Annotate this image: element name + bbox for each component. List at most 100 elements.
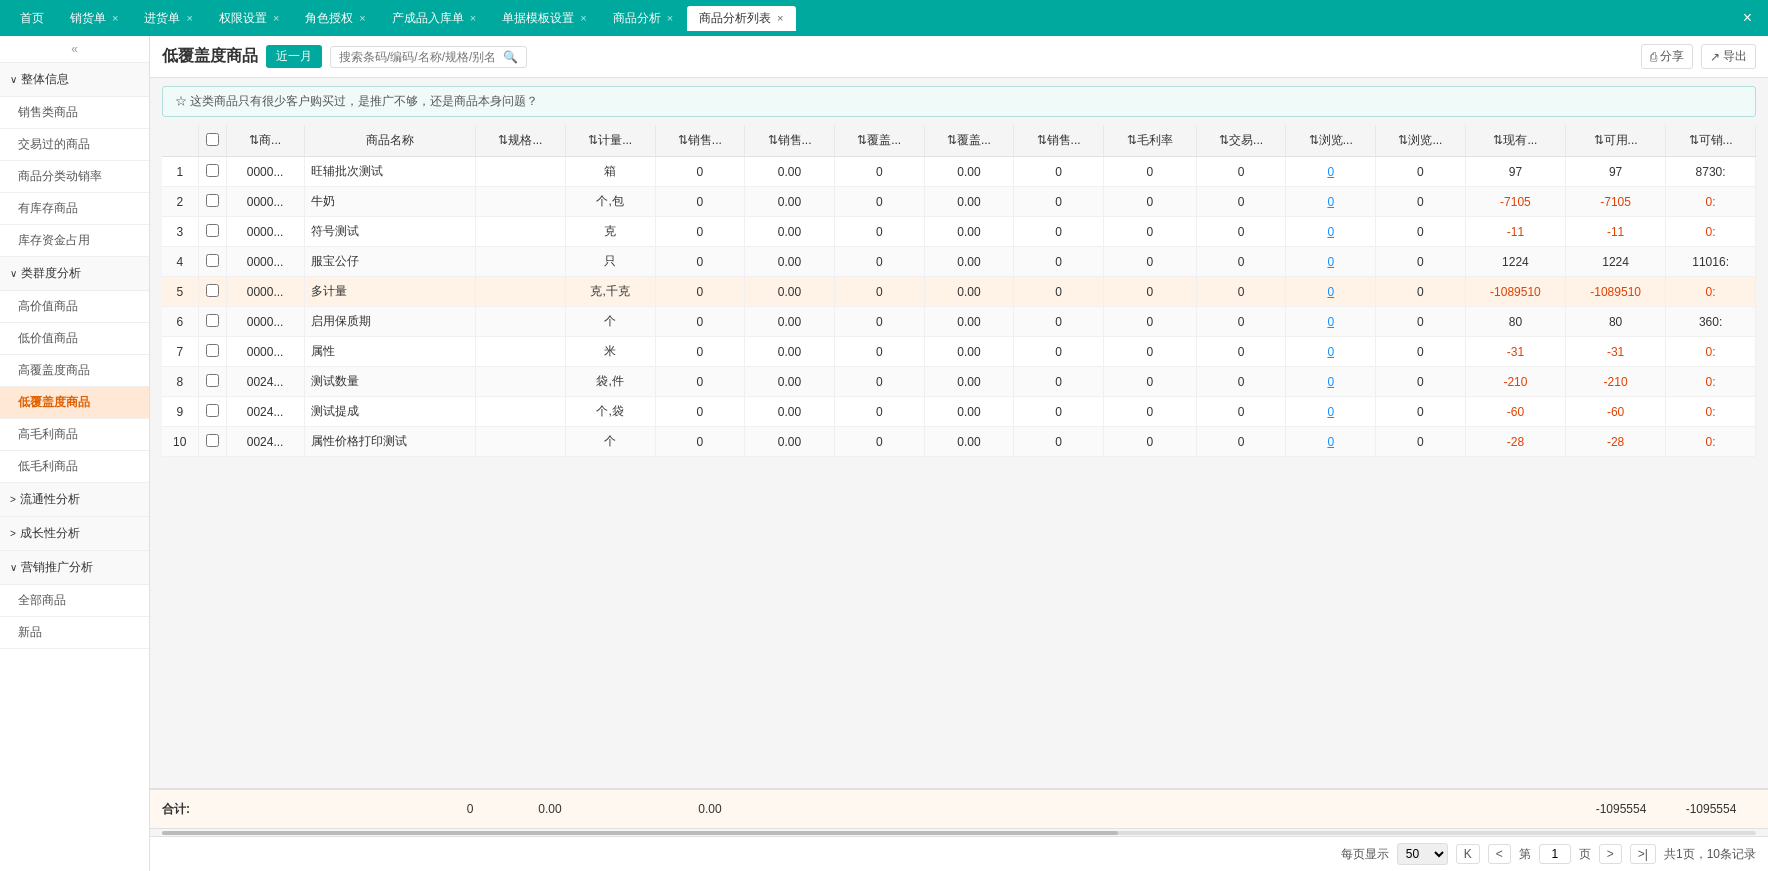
cell-name: 启用保质期 [304, 307, 475, 337]
cell-sales-qty: 0 [655, 397, 745, 427]
col-sales-qty[interactable]: ⇅销售... [655, 125, 745, 157]
row-checkbox[interactable] [206, 254, 219, 267]
cell-cover1: 0 [834, 397, 924, 427]
cell-current: -1089510 [1465, 277, 1565, 307]
col-cover1[interactable]: ⇅覆盖... [834, 125, 924, 157]
col-unit[interactable]: ⇅计量... [565, 125, 655, 157]
cell-browse1[interactable]: 0 [1286, 217, 1376, 247]
sidebar-item-high-coverage[interactable]: 高覆盖度商品 [0, 355, 149, 387]
sidebar-item-high-margin[interactable]: 高毛利商品 [0, 419, 149, 451]
close-icon[interactable]: × [667, 12, 673, 24]
row-checkbox[interactable] [206, 344, 219, 357]
cell-sellable: 360: [1666, 307, 1756, 337]
cell-browse1[interactable]: 0 [1286, 247, 1376, 277]
nav-roles[interactable]: 角色授权 × [293, 6, 377, 31]
search-icon[interactable]: 🔍 [503, 50, 518, 64]
close-icon[interactable]: × [273, 12, 279, 24]
col-available[interactable]: ⇅可用... [1566, 125, 1666, 157]
sidebar-item-sales-goods[interactable]: 销售类商品 [0, 97, 149, 129]
sidebar-item-low-coverage[interactable]: 低覆盖度商品 [0, 387, 149, 419]
cell-code: 0000... [226, 277, 304, 307]
sidebar-item-new-goods[interactable]: 新品 [0, 617, 149, 649]
cell-current: -210 [1465, 367, 1565, 397]
sidebar-section-liquidity[interactable]: > 流通性分析 [0, 483, 149, 517]
nav-goods-analysis[interactable]: 商品分析 × [601, 6, 685, 31]
sidebar-item-low-value[interactable]: 低价值商品 [0, 323, 149, 355]
close-icon[interactable]: × [470, 12, 476, 24]
sidebar-item-low-margin[interactable]: 低毛利商品 [0, 451, 149, 483]
nav-purchase[interactable]: 进货单 × [132, 6, 204, 31]
cell-browse1[interactable]: 0 [1286, 307, 1376, 337]
page-size-select[interactable]: 50 10 20 100 [1397, 843, 1448, 865]
close-icon[interactable]: × [777, 12, 783, 24]
cell-available: 80 [1566, 307, 1666, 337]
col-name[interactable]: 商品名称 [304, 125, 475, 157]
row-checkbox[interactable] [206, 434, 219, 447]
cell-browse1[interactable]: 0 [1286, 397, 1376, 427]
cell-browse1[interactable]: 0 [1286, 367, 1376, 397]
sidebar-section-cluster[interactable]: ∨ 类群度分析 [0, 257, 149, 291]
col-sales-amt[interactable]: ⇅销售... [745, 125, 835, 157]
cell-browse1[interactable]: 0 [1286, 187, 1376, 217]
col-sellable[interactable]: ⇅可销... [1666, 125, 1756, 157]
close-icon[interactable]: × [359, 12, 365, 24]
nav-sales[interactable]: 销货单 × [58, 6, 130, 31]
nav-home[interactable]: 首页 [8, 6, 56, 31]
sidebar-collapse-button[interactable]: « [0, 36, 149, 63]
col-sales3[interactable]: ⇅销售... [1014, 125, 1104, 157]
close-icon[interactable]: × [112, 12, 118, 24]
col-spec[interactable]: ⇅规格... [476, 125, 566, 157]
close-icon[interactable]: × [580, 12, 586, 24]
select-all-checkbox[interactable] [206, 133, 219, 146]
row-checkbox[interactable] [206, 194, 219, 207]
cell-browse1[interactable]: 0 [1286, 277, 1376, 307]
cell-sales-qty: 0 [655, 427, 745, 457]
row-checkbox[interactable] [206, 314, 219, 327]
sidebar-item-stock-capital[interactable]: 库存资金占用 [0, 225, 149, 257]
row-checkbox[interactable] [206, 164, 219, 177]
cell-name: 牛奶 [304, 187, 475, 217]
sidebar-section-overall[interactable]: ∨ 整体信息 [0, 63, 149, 97]
col-browse2[interactable]: ⇅浏览... [1376, 125, 1466, 157]
sidebar-section-marketing[interactable]: ∨ 营销推广分析 [0, 551, 149, 585]
sidebar-section-growth[interactable]: > 成长性分析 [0, 517, 149, 551]
nav-finished-goods[interactable]: 产成品入库单 × [380, 6, 488, 31]
col-current[interactable]: ⇅现有... [1465, 125, 1565, 157]
cell-browse1[interactable]: 0 [1286, 427, 1376, 457]
window-close-button[interactable]: × [1735, 5, 1760, 31]
sort-icon: ⇅ [1219, 133, 1229, 147]
sidebar-item-traded-goods[interactable]: 交易过的商品 [0, 129, 149, 161]
row-checkbox[interactable] [206, 284, 219, 297]
prev-page-button[interactable]: < [1488, 844, 1511, 864]
first-page-button[interactable]: K [1456, 844, 1480, 864]
col-cover2[interactable]: ⇅覆盖... [924, 125, 1014, 157]
row-checkbox[interactable] [206, 404, 219, 417]
cell-name: 服宝公仔 [304, 247, 475, 277]
row-checkbox[interactable] [206, 224, 219, 237]
close-icon[interactable]: × [186, 12, 192, 24]
sidebar-item-high-value[interactable]: 高价值商品 [0, 291, 149, 323]
cell-browse1[interactable]: 0 [1286, 337, 1376, 367]
share-button[interactable]: ⎙ 分享 [1641, 44, 1693, 69]
col-trade[interactable]: ⇅交易... [1196, 125, 1286, 157]
sidebar-item-category-rate[interactable]: 商品分类动销率 [0, 161, 149, 193]
nav-goods-analysis-list[interactable]: 商品分析列表 × [687, 6, 795, 31]
cell-checkbox [198, 217, 226, 247]
search-input[interactable] [339, 50, 499, 64]
col-code[interactable]: ⇅商... [226, 125, 304, 157]
nav-permissions[interactable]: 权限设置 × [207, 6, 291, 31]
sidebar-item-in-stock[interactable]: 有库存商品 [0, 193, 149, 225]
cell-checkbox [198, 277, 226, 307]
col-gross[interactable]: ⇅毛利率 [1103, 125, 1196, 157]
nav-template[interactable]: 单据模板设置 × [490, 6, 598, 31]
col-browse1[interactable]: ⇅浏览... [1286, 125, 1376, 157]
cell-browse1[interactable]: 0 [1286, 157, 1376, 187]
page-number-input[interactable] [1539, 844, 1571, 864]
search-box: 🔍 [330, 46, 527, 68]
row-checkbox[interactable] [206, 374, 219, 387]
period-button[interactable]: 近一月 [266, 45, 322, 68]
next-page-button[interactable]: > [1599, 844, 1622, 864]
last-page-button[interactable]: >| [1630, 844, 1656, 864]
sidebar-item-all-goods[interactable]: 全部商品 [0, 585, 149, 617]
export-button[interactable]: ↗ 导出 [1701, 44, 1756, 69]
